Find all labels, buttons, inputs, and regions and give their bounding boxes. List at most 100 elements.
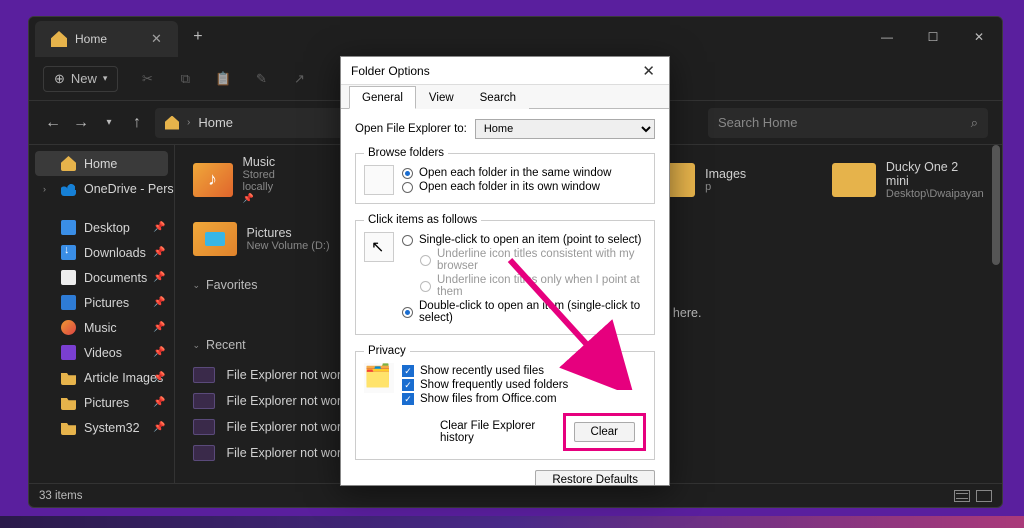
maximize-button[interactable]: ☐ [910,17,956,57]
folder-icon [61,395,76,410]
sidebar-label: Documents [84,271,147,285]
pictures-folder-icon [193,222,237,256]
add-tab-button[interactable]: + [178,17,218,57]
pin-icon: 📌 [153,322,165,333]
checkbox-icon [402,393,414,405]
click-legend: Click items as follows [364,214,481,226]
sidebar-label: Article Images [84,371,163,385]
privacy-legend: Privacy [364,345,410,357]
document-icon [61,270,76,285]
check-recent-files[interactable]: Show recently used files [402,365,646,377]
open-explorer-label: Open File Explorer to: [355,123,467,135]
rename-icon[interactable]: ✎ [252,70,270,88]
radio-own-window[interactable]: Open each folder in its own window [402,181,646,193]
radio-label: Double-click to open an item (single-cli… [419,300,646,324]
sidebar-label: Music [84,321,117,335]
sidebar-item-pictures2[interactable]: Pictures📌 [29,390,174,415]
sidebar-item-pictures[interactable]: Pictures📌 [29,290,174,315]
quick-item-music[interactable]: Music Stored locally 📌 [193,155,303,204]
close-tab-icon[interactable]: ✕ [151,31,162,47]
sidebar-item-videos[interactable]: Videos 📌 [29,340,174,365]
tab-view[interactable]: View [416,86,467,109]
quick-title: Ducky One 2 mini [886,160,984,188]
home-icon [51,31,67,47]
file-icon [193,419,215,435]
sidebar-item-desktop[interactable]: Desktop📌 [29,215,174,240]
pin-icon: 📌 [153,372,165,383]
sidebar-label: Home [84,157,117,171]
music-folder-icon [193,163,233,197]
list-view-icon[interactable] [954,490,970,502]
dialog-title: Folder Options [351,64,430,78]
search-icon: ⌕ [971,115,978,131]
quick-sub: New Volume (D:) [247,240,330,252]
clear-highlight-annotation: Clear [563,413,646,451]
download-icon [61,245,76,260]
open-explorer-select[interactable]: Home [475,119,655,139]
restore-defaults-button[interactable]: Restore Defaults [535,470,655,485]
radio-label: Underline icon titles consistent with my… [437,248,646,272]
pin-icon: 📌 [153,297,165,308]
tab-home[interactable]: Home ✕ [35,21,178,57]
sidebar-item-onedrive[interactable]: ›OneDrive - Perso [29,176,174,201]
item-count: 33 items [39,490,82,502]
check-office-files[interactable]: Show files from Office.com [402,393,646,405]
tab-general[interactable]: General [349,86,416,109]
checkbox-icon [402,379,414,391]
sidebar-item-documents[interactable]: Documents📌 [29,265,174,290]
pin-icon: 📌 [153,347,165,358]
radio-underline-browser: Underline icon titles consistent with my… [420,248,646,272]
videos-icon [61,345,76,360]
cut-icon[interactable]: ✂ [138,70,156,88]
sidebar-label: Videos [84,346,122,360]
quick-title: Images [705,167,746,181]
clear-history-label: Clear File Explorer history [440,420,563,444]
quick-item-ducky[interactable]: Ducky One 2 mini Desktop\Dwaipayan [832,155,984,204]
cloud-icon [61,181,76,196]
section-label: Favorites [206,278,257,292]
radio-icon [402,235,413,246]
sidebar-item-downloads[interactable]: Downloads 📌 [29,240,174,265]
quick-sub: Desktop\Dwaipayan [886,188,984,200]
sidebar-label: Downloads [84,246,146,260]
sidebar-item-article-images[interactable]: Article Images📌 [29,365,174,390]
back-button[interactable]: ← [43,114,63,132]
radio-single-click[interactable]: Single-click to open an item (point to s… [402,234,646,246]
pin-icon: 📌 [243,193,254,204]
dialog-tabs: General View Search [341,85,669,109]
sidebar-label: Pictures [84,396,129,410]
sidebar-item-system32[interactable]: System32📌 [29,415,174,440]
chevron-down-icon[interactable]: ▾ [99,117,119,128]
share-icon[interactable]: ↗ [290,70,308,88]
scrollbar-thumb[interactable] [992,145,1000,265]
privacy-icon: 🗂️ [364,363,394,393]
tab-search[interactable]: Search [467,86,529,109]
chevron-down-icon: ⌄ [193,280,201,291]
check-freq-folders[interactable]: Show frequently used folders [402,379,646,391]
quick-item-pictures[interactable]: Pictures New Volume (D:) [193,222,330,256]
pin-icon: 📌 [153,247,165,258]
radio-double-click[interactable]: Double-click to open an item (single-cli… [402,300,646,324]
radio-icon [402,168,413,179]
grid-view-icon[interactable] [976,490,992,502]
folder-icon [61,420,76,435]
tab-title: Home [75,32,107,46]
radio-label: Open each folder in its own window [419,181,600,193]
up-button[interactable]: ↑ [127,114,147,132]
sidebar-item-home[interactable]: Home [35,151,168,176]
minimize-button[interactable]: — [864,17,910,57]
sidebar-item-music[interactable]: Music 📌 [29,315,174,340]
forward-button[interactable]: → [71,114,91,132]
copy-icon[interactable]: ⧉ [176,70,194,88]
file-icon [193,445,215,461]
radio-same-window[interactable]: Open each folder in the same window [402,167,646,179]
clear-button[interactable]: Clear [574,422,635,442]
close-icon[interactable]: ✕ [638,62,659,80]
sidebar-label: System32 [84,421,140,435]
music-icon [61,320,76,335]
paste-icon[interactable]: 📋 [214,70,232,88]
check-label: Show frequently used folders [420,379,568,391]
new-button[interactable]: ⊕ New ▾ [43,66,118,92]
close-window-button[interactable]: ✕ [956,17,1002,57]
search-input[interactable]: Search Home ⌕ [708,108,988,138]
